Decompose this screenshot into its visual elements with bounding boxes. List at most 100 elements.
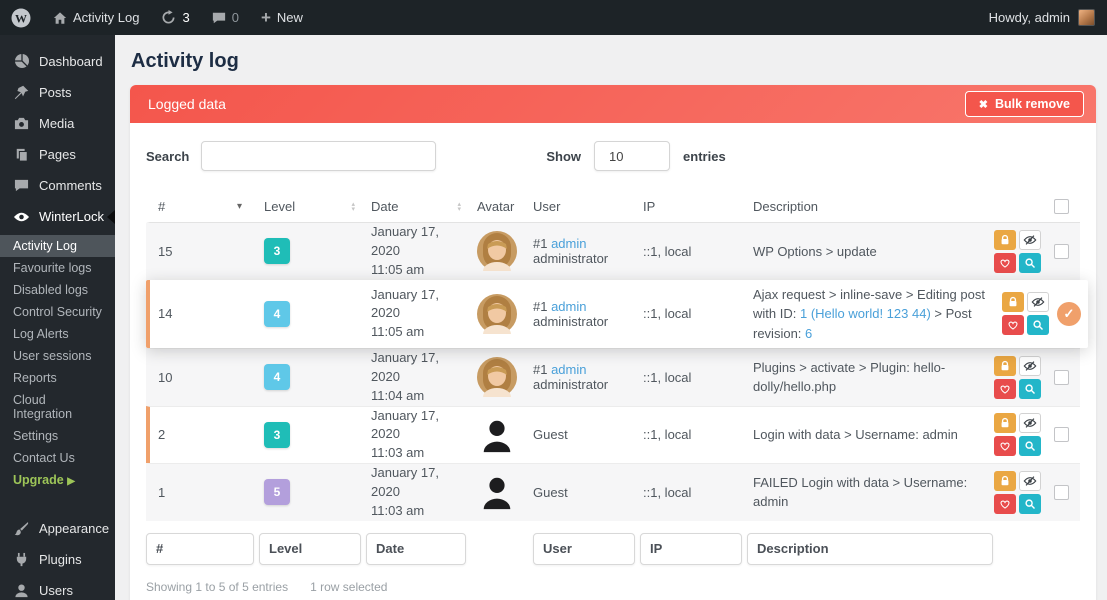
table-row[interactable]: 14 4 January 17, 2020 11:05 am #1 admin admin…: [146, 279, 1088, 349]
sidebar-item-favourite-logs[interactable]: Favourite logs: [0, 257, 115, 279]
sidebar-item-appearance[interactable]: Appearance: [0, 513, 115, 544]
user-avatar-photo: [477, 357, 517, 398]
view-details-button[interactable]: [1019, 378, 1041, 399]
column-header-date[interactable]: Date ▴ ▾: [363, 199, 469, 214]
sidebar-item-user-sessions[interactable]: User sessions: [0, 345, 115, 367]
view-details-button[interactable]: [1019, 493, 1041, 514]
row-user: #1 admin administrator: [525, 362, 635, 392]
filter-date-input[interactable]: [366, 532, 466, 565]
lock-button[interactable]: [994, 413, 1016, 434]
disable-log-button[interactable]: [1027, 292, 1049, 313]
pages-icon: [13, 148, 30, 162]
sidebar-item-posts[interactable]: Posts: [0, 77, 115, 108]
table-row[interactable]: 15 3 January 17, 2020 11:05 am #1 admin admin…: [146, 223, 1080, 280]
eye-icon: [13, 211, 30, 223]
level-badge: 4: [264, 300, 290, 327]
favourite-button[interactable]: [994, 378, 1016, 399]
column-header-level[interactable]: Level ▴ ▾: [256, 199, 363, 214]
howdy-admin-link[interactable]: Howdy, admin: [989, 10, 1070, 25]
wordpress-logo-icon: W: [11, 8, 31, 27]
favourite-button[interactable]: [994, 252, 1016, 273]
sidebar-item-plugins[interactable]: Plugins: [0, 544, 115, 575]
sidebar-item-users[interactable]: Users: [0, 575, 115, 600]
winterlock-submenu: Activity Log Favourite logs Disabled log…: [0, 232, 115, 499]
row-selected-indicator[interactable]: ✓: [1057, 301, 1081, 326]
row-checkbox[interactable]: [1053, 243, 1069, 259]
sidebar-item-upgrade[interactable]: Upgrade ▶: [0, 469, 115, 491]
site-name-link[interactable]: Activity Log: [42, 0, 150, 35]
filter-description-input[interactable]: [747, 532, 993, 565]
search-label: Search: [146, 148, 190, 164]
column-header-select: [1042, 199, 1080, 214]
time-line: 11:05 am: [371, 324, 425, 340]
disable-log-button[interactable]: [1019, 229, 1041, 250]
heart-icon: [1000, 259, 1010, 268]
user-id: #1: [533, 362, 552, 378]
table-row[interactable]: 1 5 January 17, 2020 11:03 am Guest::1, loca…: [146, 463, 1080, 521]
updates-link[interactable]: 3: [150, 0, 200, 35]
filter-ip-input[interactable]: [640, 532, 742, 565]
wordpress-logo[interactable]: W: [0, 0, 42, 35]
show-entries-input[interactable]: [594, 141, 671, 171]
sidebar-item-control-security[interactable]: Control Security: [0, 301, 115, 323]
description-text: FAILED Login with data > Username: admin: [753, 474, 968, 510]
view-details-button[interactable]: [1019, 436, 1041, 457]
sidebar-item-pages[interactable]: Pages: [0, 139, 115, 170]
description-link[interactable]: 6: [805, 326, 812, 341]
entries-summary: Showing 1 to 5 of 5 entries: [146, 579, 289, 594]
date-line: January 17, 2020: [371, 407, 439, 442]
bulk-remove-button[interactable]: ✖ Bulk remove: [964, 91, 1084, 117]
table-row[interactable]: 10 4 January 17, 2020 11:04 am #1 admin admin…: [146, 348, 1080, 406]
sidebar-item-activity-log[interactable]: Activity Log: [0, 235, 115, 257]
disable-log-button[interactable]: [1019, 355, 1041, 376]
sidebar-item-cloud-integration[interactable]: Cloud Integration: [0, 389, 115, 425]
disable-log-button[interactable]: [1019, 413, 1041, 434]
user-link[interactable]: admin: [551, 299, 586, 314]
sidebar-item-media[interactable]: Media: [0, 108, 115, 139]
user-link[interactable]: admin: [551, 362, 586, 377]
lock-button[interactable]: [994, 470, 1016, 491]
sidebar-item-comments[interactable]: Comments: [0, 170, 115, 201]
search-input[interactable]: [201, 141, 437, 171]
description-text: Plugins > activate > Plugin: hello-dolly…: [753, 359, 946, 395]
sidebar-item-contact-us[interactable]: Contact Us: [0, 447, 115, 469]
row-avatar: [469, 473, 525, 511]
date-line: January 17, 2020: [371, 224, 439, 258]
row-checkbox[interactable]: [1053, 484, 1069, 500]
filter-user-input[interactable]: [533, 532, 635, 565]
search-icon: [1025, 441, 1036, 452]
column-header-description[interactable]: Description: [745, 199, 990, 214]
comments-link[interactable]: 0: [201, 0, 250, 35]
sidebar-item-disabled-logs[interactable]: Disabled logs: [0, 279, 115, 301]
filter-num-input[interactable]: [146, 532, 254, 565]
favourite-button[interactable]: [994, 493, 1016, 514]
view-details-button[interactable]: [1027, 315, 1049, 336]
favourite-button[interactable]: [1002, 315, 1024, 336]
favourite-button[interactable]: [994, 436, 1016, 457]
table-row[interactable]: 2 3 January 17, 2020 11:03 am Guest::1, loca…: [146, 405, 1080, 464]
admin-avatar[interactable]: [1078, 9, 1095, 26]
view-details-button[interactable]: [1019, 252, 1041, 273]
row-checkbox[interactable]: [1053, 369, 1069, 385]
lock-icon: [1001, 475, 1009, 486]
sidebar-item-reports[interactable]: Reports: [0, 367, 115, 389]
lock-button[interactable]: [1002, 292, 1024, 313]
column-header-num[interactable]: # ▾: [150, 199, 256, 214]
lock-button[interactable]: [994, 229, 1016, 250]
lock-button[interactable]: [994, 355, 1016, 376]
row-user: Guest: [525, 427, 635, 442]
row-checkbox[interactable]: [1053, 427, 1069, 443]
new-content-button[interactable]: + New: [250, 0, 314, 35]
disable-log-button[interactable]: [1019, 470, 1041, 491]
sidebar-item-log-alerts[interactable]: Log Alerts: [0, 323, 115, 345]
user-link[interactable]: admin: [551, 236, 586, 251]
description-link[interactable]: (Hello world! 123 44): [811, 306, 931, 321]
filter-level-input[interactable]: [259, 532, 361, 565]
sort-icon: ▴ ▾: [457, 200, 461, 213]
sidebar-item-winterlock[interactable]: WinterLock: [0, 201, 115, 232]
sidebar-item-settings[interactable]: Settings: [0, 425, 115, 447]
select-all-checkbox[interactable]: [1053, 199, 1069, 214]
sidebar-item-dashboard[interactable]: Dashboard: [0, 45, 115, 77]
column-header-user[interactable]: User: [525, 199, 635, 214]
column-header-ip[interactable]: IP: [635, 199, 745, 214]
